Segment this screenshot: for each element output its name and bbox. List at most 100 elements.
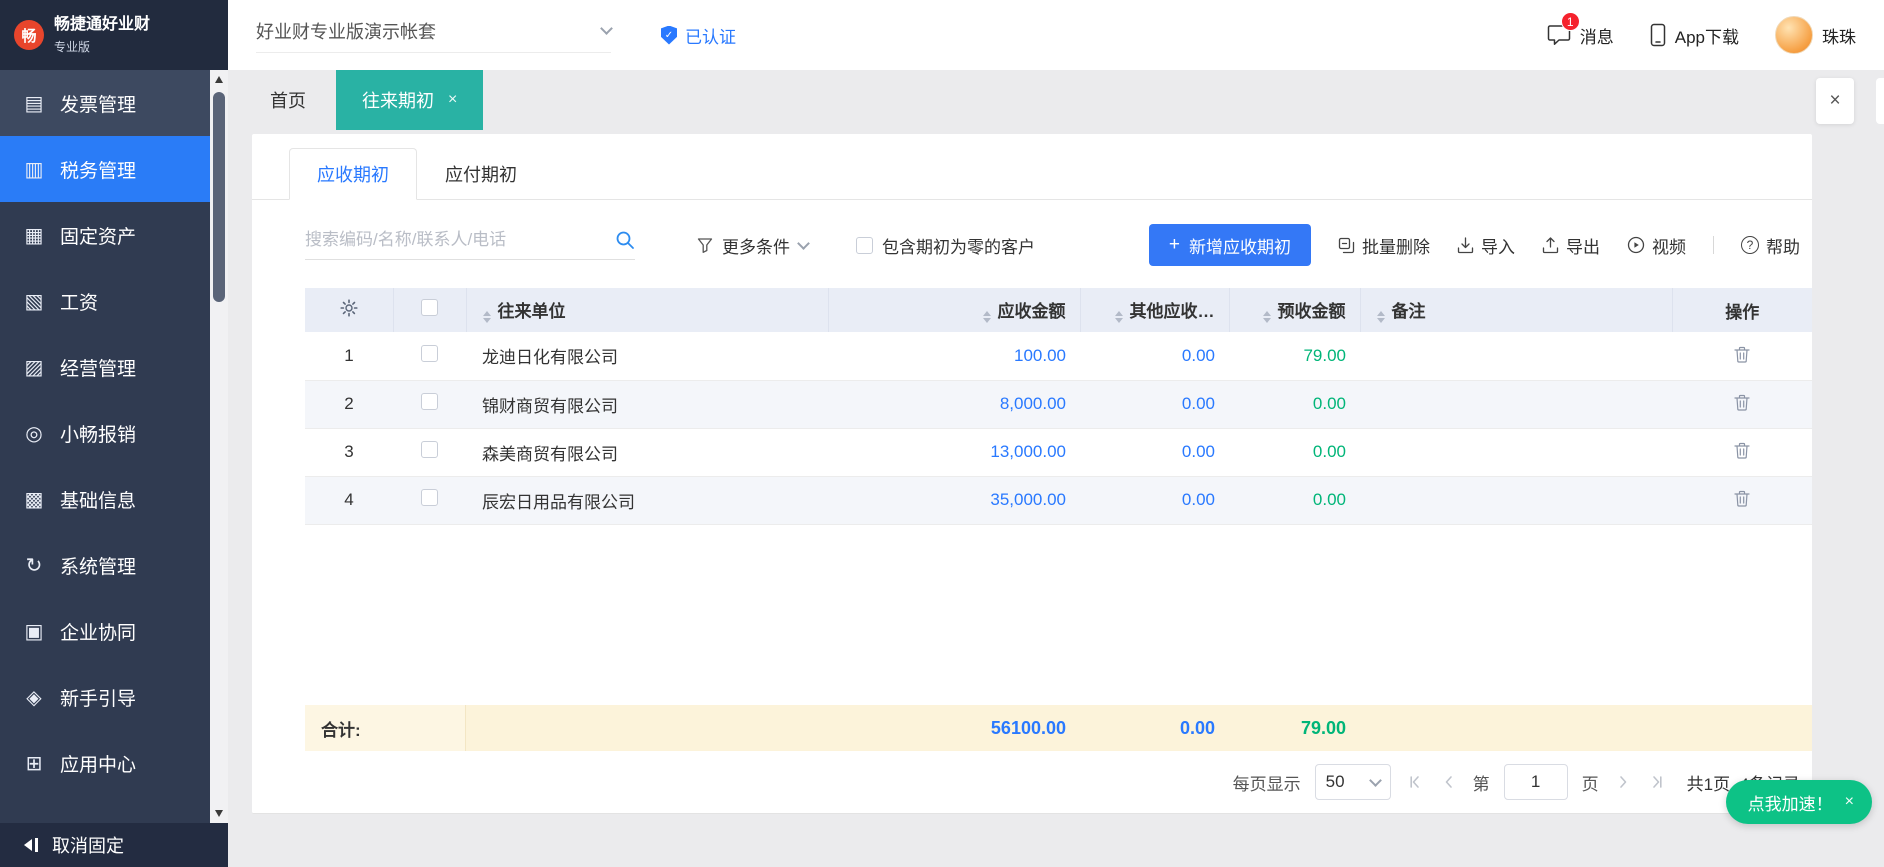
main-card: 应收期初 应付期初 更多条件 包含期初为零的客户 xyxy=(252,134,1812,814)
username: 珠珠 xyxy=(1822,27,1856,47)
guide-icon: ◈ xyxy=(26,686,42,709)
first-page-button[interactable] xyxy=(1405,772,1425,792)
search-input[interactable] xyxy=(305,230,590,250)
page-number-input[interactable] xyxy=(1503,764,1568,800)
column-settings-button[interactable] xyxy=(305,288,394,332)
sidebar-item-label: 应用中心 xyxy=(60,754,137,776)
last-page-button[interactable] xyxy=(1647,772,1667,792)
trash-icon xyxy=(1734,490,1750,507)
panel-close-button[interactable]: × xyxy=(1816,78,1854,124)
header-label: 往来单位 xyxy=(497,302,566,321)
boost-floating-button[interactable]: 点我加速！ × xyxy=(1725,780,1872,824)
zero-filter-label: 包含期初为零的客户 xyxy=(882,237,1035,257)
sidebar-item-fixed-assets[interactable]: ▦ 固定资产 xyxy=(0,202,210,268)
tab-opening-balance[interactable]: 往来期初 × xyxy=(336,70,484,130)
row-checkbox[interactable] xyxy=(421,489,438,506)
scrollbar-thumb[interactable] xyxy=(213,92,225,302)
video-label: 视频 xyxy=(1652,237,1686,257)
per-page-select[interactable]: 50 xyxy=(1314,764,1391,800)
sidebar-item-tax[interactable]: ▥ 税务管理 xyxy=(0,136,210,202)
sort-icon[interactable] xyxy=(1114,311,1123,323)
app-download-button[interactable]: App下载 xyxy=(1650,23,1739,48)
help-button[interactable]: ? 帮助 xyxy=(1741,233,1800,258)
prev-page-icon xyxy=(1445,776,1452,788)
delete-row-button[interactable] xyxy=(1730,486,1754,514)
sidebar-item-app-center[interactable]: ⊞ 应用中心 xyxy=(0,730,210,796)
batch-delete-button[interactable]: 批量删除 xyxy=(1338,233,1430,258)
trash-icon xyxy=(1734,442,1750,459)
sort-icon[interactable] xyxy=(1262,311,1271,323)
select-all-checkbox[interactable] xyxy=(421,299,438,316)
zero-filter-checkbox[interactable] xyxy=(856,236,873,254)
sidebar-item-reimburse[interactable]: ◎ 小畅报销 xyxy=(0,400,210,466)
more-filters-button[interactable]: 更多条件 xyxy=(697,233,810,258)
tab-home[interactable]: 首页 xyxy=(270,70,306,130)
add-receivable-button[interactable]: + 新增应收期初 xyxy=(1148,224,1311,266)
sidebar-scrollbar[interactable] xyxy=(210,70,228,823)
header-remark[interactable]: 备注 xyxy=(1360,288,1673,332)
row-checkbox[interactable] xyxy=(421,441,438,458)
logo-icon: 畅 xyxy=(14,20,44,50)
edge-panel[interactable] xyxy=(1876,78,1884,124)
sidebar-item-guide[interactable]: ◈ 新手引导 xyxy=(0,664,210,730)
header-other-receivable[interactable]: 其他应收… xyxy=(1080,288,1230,332)
scroll-down-icon[interactable] xyxy=(215,810,223,817)
include-zero-checkbox[interactable]: 包含期初为零的客户 xyxy=(856,233,1035,258)
plus-icon: + xyxy=(1168,234,1180,255)
tab-payable-opening[interactable]: 应付期初 xyxy=(417,148,545,200)
boost-close-icon[interactable]: × xyxy=(1845,793,1854,811)
export-button[interactable]: 导出 xyxy=(1542,233,1600,258)
table-row[interactable]: 3 森美商贸有限公司 13,000.00 0.00 0.00 xyxy=(305,428,1812,477)
search-icon[interactable] xyxy=(615,230,635,250)
sidebar-item-payroll[interactable]: ▧ 工资 xyxy=(0,268,210,334)
delete-row-button[interactable] xyxy=(1730,438,1754,466)
sidebar-item-label: 新手引导 xyxy=(60,688,137,710)
tab-close-icon[interactable]: × xyxy=(448,91,457,109)
row-select-cell xyxy=(393,332,466,381)
sidebar-item-system[interactable]: ↻ 系统管理 xyxy=(0,532,210,598)
header-receivable[interactable]: 应收金额 xyxy=(828,288,1081,332)
sidebar-item-collab[interactable]: ▣ 企业协同 xyxy=(0,598,210,664)
row-checkbox[interactable] xyxy=(421,393,438,410)
unpin-sidebar-button[interactable]: 取消固定 xyxy=(0,823,228,867)
account-set-selector[interactable]: 好业财专业版演示帐套 xyxy=(256,18,613,53)
header-unit[interactable]: 往来单位 xyxy=(466,288,829,332)
help-icon: ? xyxy=(1741,236,1759,254)
search-box[interactable] xyxy=(305,230,635,260)
collab-icon: ▣ xyxy=(24,620,44,643)
table-row[interactable]: 4 辰宏日用品有限公司 35,000.00 0.00 0.00 xyxy=(305,476,1812,525)
sidebar-item-basic-info[interactable]: ▩ 基础信息 xyxy=(0,466,210,532)
delete-row-button[interactable] xyxy=(1730,342,1754,370)
scroll-up-icon[interactable] xyxy=(215,76,223,83)
delete-row-button[interactable] xyxy=(1730,390,1754,418)
action-cell xyxy=(1672,380,1812,429)
company-name: 锦财商贸有限公司 xyxy=(466,380,828,429)
first-page-icon xyxy=(1410,776,1419,788)
sort-icon[interactable] xyxy=(482,311,491,323)
table-row[interactable]: 1 龙迪日化有限公司 100.00 0.00 79.00 xyxy=(305,332,1812,381)
table-row[interactable]: 2 锦财商贸有限公司 8,000.00 0.00 0.00 xyxy=(305,380,1812,429)
more-filters-label: 更多条件 xyxy=(722,237,790,257)
sidebar-item-business[interactable]: ▨ 经营管理 xyxy=(0,334,210,400)
user-menu[interactable]: 珠珠 xyxy=(1775,16,1856,54)
remark-cell xyxy=(1360,380,1672,429)
import-icon xyxy=(1457,236,1474,253)
chevron-down-icon xyxy=(600,22,613,35)
sort-icon[interactable] xyxy=(1376,311,1385,323)
total-label: 合计: xyxy=(305,705,466,751)
sort-icon[interactable] xyxy=(982,311,991,323)
next-page-button[interactable] xyxy=(1613,772,1633,792)
row-checkbox[interactable] xyxy=(421,344,438,362)
prev-page-button[interactable] xyxy=(1439,772,1459,792)
prepaid-amount: 0.00 xyxy=(1229,476,1360,525)
page-prefix-label: 第 xyxy=(1472,774,1490,794)
sidebar-item-invoice[interactable]: ▤ 发票管理 xyxy=(0,70,210,136)
import-button[interactable]: 导入 xyxy=(1457,233,1515,258)
video-button[interactable]: 视频 xyxy=(1627,233,1686,258)
header-prepaid[interactable]: 预收金额 xyxy=(1229,288,1361,332)
collapse-icon xyxy=(24,838,40,852)
gear-icon xyxy=(340,298,358,317)
tab-receivable-opening[interactable]: 应收期初 xyxy=(289,148,417,200)
messages-button[interactable]: 1 消息 xyxy=(1547,11,1614,48)
sidebar-menu: ▤ 发票管理 ▥ 税务管理 ▦ 固定资产 ▧ 工资 ▨ 经营管理 ◎ 小畅报销 xyxy=(0,70,210,823)
